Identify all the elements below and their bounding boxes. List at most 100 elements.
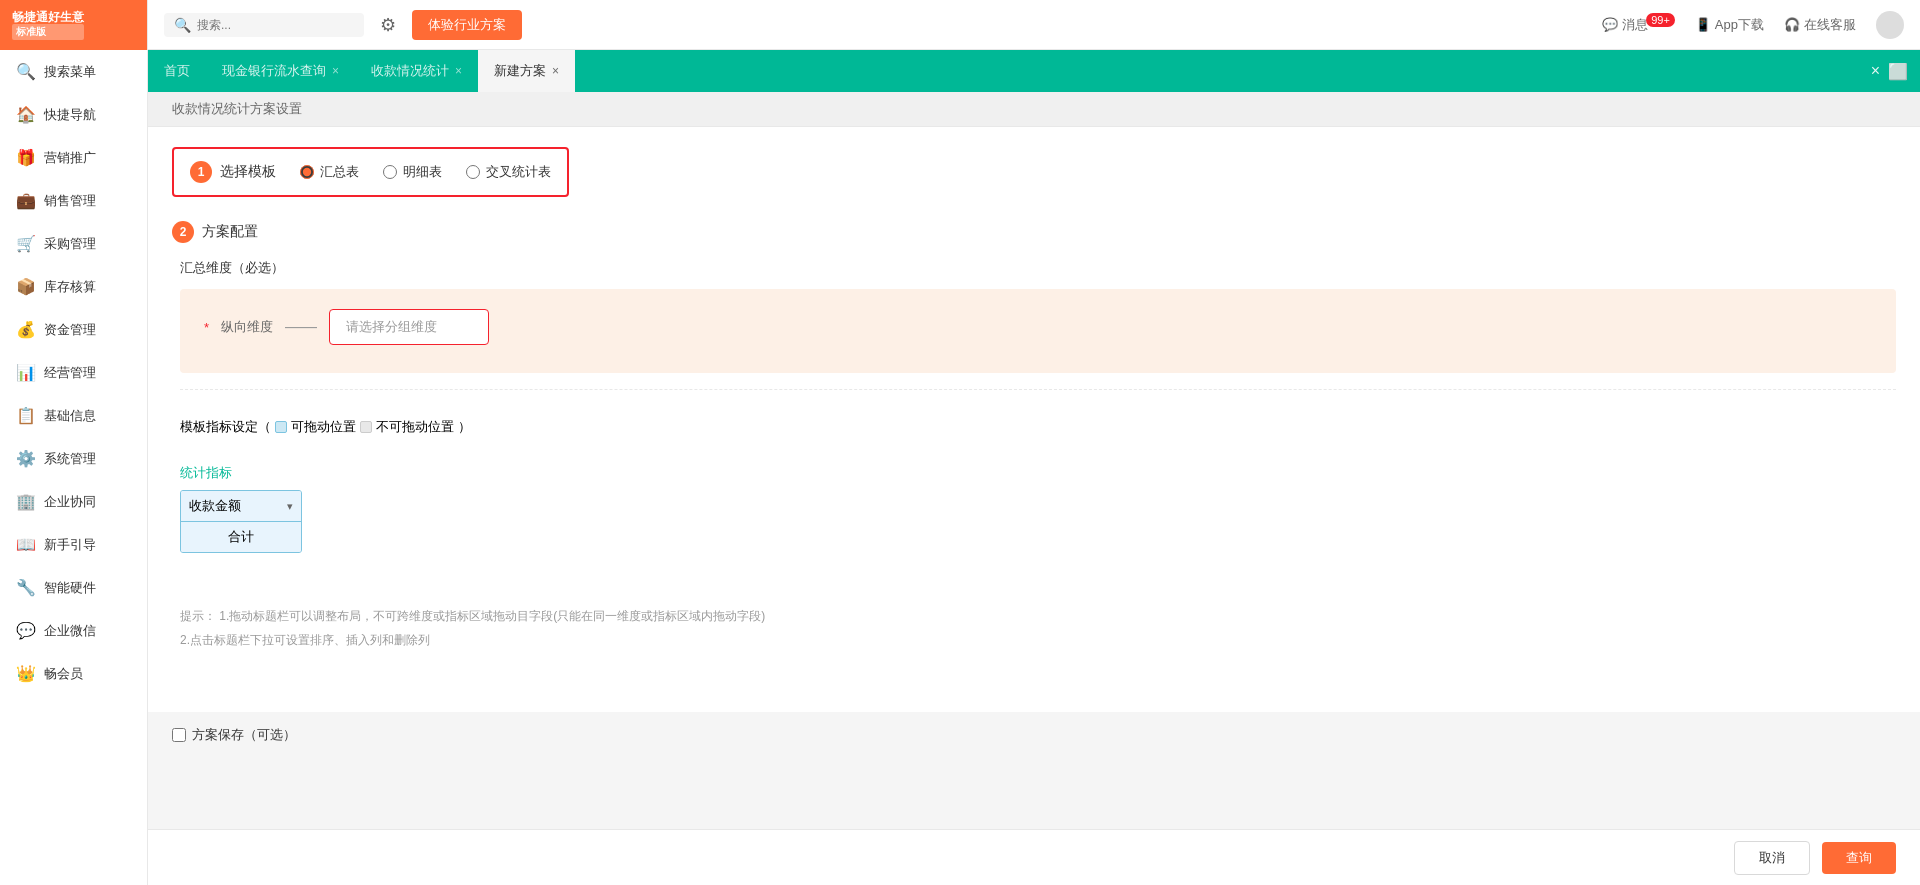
radio-cross-label: 交叉统计表 — [486, 163, 551, 181]
radio-cross[interactable]: 交叉统计表 — [466, 163, 551, 181]
radio-summary-input[interactable] — [300, 165, 314, 179]
industry-btn[interactable]: 体验行业方案 — [412, 10, 522, 40]
sidebar-item-label: 库存核算 — [44, 278, 96, 296]
sidebar-item-inventory[interactable]: 📦 库存核算 — [0, 265, 147, 308]
sidebar-item-operations[interactable]: 📊 经营管理 — [0, 351, 147, 394]
radio-cross-input[interactable] — [466, 165, 480, 179]
page-title: 收款情况统计方案设置 — [172, 101, 302, 116]
stats-label: 统计指标 — [180, 464, 1896, 482]
header-right: 💬 消息 99+ 📱 App下载 🎧 在线客服 — [1602, 11, 1904, 39]
sidebar-item-label: 智能硬件 — [44, 579, 96, 597]
stats-area: 统计指标 收款金额 ▾ 合计 — [180, 448, 1896, 572]
minimize-icon[interactable]: × — [1871, 62, 1880, 80]
content-area: 1 选择模板 汇总表 明细表 交叉统计表 — [148, 127, 1920, 712]
sidebar-item-enterprise[interactable]: 🏢 企业协同 — [0, 480, 147, 523]
vertical-dim-row: * 纵向维度 —— 请选择分组维度 — [204, 309, 1872, 345]
crown-icon: 👑 — [16, 664, 36, 683]
app-logo: 畅捷通好生意 标准版 — [0, 0, 147, 50]
sidebar-item-wechat[interactable]: 💬 企业微信 — [0, 609, 147, 652]
close-bracket: ） — [458, 418, 471, 436]
sidebar-item-guide[interactable]: 📖 新手引导 — [0, 523, 147, 566]
message-btn[interactable]: 💬 消息 99+ — [1602, 16, 1675, 34]
close-tab-icon[interactable]: × — [455, 64, 462, 78]
not-draggable-dot — [360, 421, 372, 433]
tab-receipts[interactable]: 收款情况统计 × — [355, 50, 478, 92]
sidebar-item-label: 搜索菜单 — [44, 63, 96, 81]
sidebar-item-purchase[interactable]: 🛒 采购管理 — [0, 222, 147, 265]
sidebar-item-search[interactable]: 🔍 搜索菜单 — [0, 50, 147, 93]
header-search-box[interactable]: 🔍 — [164, 13, 364, 37]
section-divider — [180, 389, 1896, 390]
sidebar-item-label: 企业微信 — [44, 622, 96, 640]
save-checkbox[interactable] — [172, 728, 186, 742]
tool-icon: 🔧 — [16, 578, 36, 597]
radio-summary[interactable]: 汇总表 — [300, 163, 359, 181]
money-icon: 💰 — [16, 320, 36, 339]
metrics-section: 模板指标设定（ 可拖动位置 不可拖动位置 ） — [180, 402, 1896, 588]
sidebar-item-marketing[interactable]: 🎁 营销推广 — [0, 136, 147, 179]
radio-detail[interactable]: 明细表 — [383, 163, 442, 181]
main-area: 🔍 ⚙ 体验行业方案 💬 消息 99+ 📱 App下载 🎧 在线客服 首页 — [148, 0, 1920, 885]
chat-icon: 💬 — [16, 621, 36, 640]
tab-label: 现金银行流水查询 — [222, 62, 326, 80]
chart-icon: 📊 — [16, 363, 36, 382]
tip-line1: 提示： 1.拖动标题栏可以调整布局，不可跨维度或指标区域拖动目字段(只能在同一维… — [180, 604, 1896, 628]
sidebar-item-basicinfo[interactable]: 📋 基础信息 — [0, 394, 147, 437]
sales-icon: 💼 — [16, 191, 36, 210]
save-option-label: 方案保存（可选） — [192, 726, 296, 744]
page-title-bar: 收款情况统计方案设置 — [148, 92, 1920, 127]
sidebar-item-system[interactable]: ⚙️ 系统管理 — [0, 437, 147, 480]
hint-not-draggable: 不可拖动位置 — [360, 418, 454, 436]
stats-amount-tag[interactable]: 收款金额 ▾ — [181, 491, 301, 522]
tab-bar: 首页 现金银行流水查询 × 收款情况统计 × 新建方案 × × ⬜ — [148, 50, 1920, 92]
sidebar-item-label: 畅会员 — [44, 665, 83, 683]
query-button[interactable]: 查询 — [1822, 842, 1896, 874]
dim-select-input[interactable]: 请选择分组维度 — [329, 309, 489, 345]
sidebar-item-hardware[interactable]: 🔧 智能硬件 — [0, 566, 147, 609]
message-label: 消息 — [1622, 16, 1648, 34]
app-badge: 标准版 — [12, 24, 84, 40]
sidebar-item-label: 经营管理 — [44, 364, 96, 382]
stats-subtag-label: 合计 — [228, 529, 254, 544]
sidebar-item-label: 企业协同 — [44, 493, 96, 511]
gift-icon: 🎁 — [16, 148, 36, 167]
sidebar-item-label: 新手引导 — [44, 536, 96, 554]
step1-section: 1 选择模板 汇总表 明细表 交叉统计表 — [172, 147, 1896, 197]
tab-cashflow[interactable]: 现金银行流水查询 × — [206, 50, 355, 92]
sidebar-item-finance[interactable]: 💰 资金管理 — [0, 308, 147, 351]
sidebar-item-quicknav[interactable]: 🏠 快捷导航 — [0, 93, 147, 136]
sidebar-item-label: 销售管理 — [44, 192, 96, 210]
close-tab-icon[interactable]: × — [552, 64, 559, 78]
online-service-label: 在线客服 — [1804, 16, 1856, 34]
service-icon: 🎧 — [1784, 17, 1800, 32]
template-select-row: 1 选择模板 汇总表 明细表 交叉统计表 — [172, 147, 569, 197]
settings-icon[interactable]: ⚙ — [380, 14, 396, 36]
box-icon: 📦 — [16, 277, 36, 296]
avatar[interactable] — [1876, 11, 1904, 39]
maximize-icon[interactable]: ⬜ — [1888, 62, 1908, 81]
online-service-btn[interactable]: 🎧 在线客服 — [1784, 16, 1856, 34]
step1-label: 选择模板 — [220, 163, 276, 181]
radio-detail-input[interactable] — [383, 165, 397, 179]
save-option-row: 方案保存（可选） — [148, 712, 1920, 758]
tab-new-plan[interactable]: 新建方案 × — [478, 50, 575, 92]
sidebar-item-member[interactable]: 👑 畅会员 — [0, 652, 147, 695]
step1-header: 1 选择模板 汇总表 明细表 交叉统计表 — [172, 147, 1896, 197]
home-icon: 🏠 — [16, 105, 36, 124]
tab-label: 新建方案 — [494, 62, 546, 80]
sidebar-item-label: 营销推广 — [44, 149, 96, 167]
cancel-button[interactable]: 取消 — [1734, 841, 1810, 875]
sidebar-item-sales[interactable]: 💼 销售管理 — [0, 179, 147, 222]
hint-not-draggable-label: 不可拖动位置 — [376, 418, 454, 436]
tab-home[interactable]: 首页 — [148, 50, 206, 92]
step2-header: 2 方案配置 — [172, 221, 1896, 243]
close-tab-icon[interactable]: × — [332, 64, 339, 78]
app-download-label: App下载 — [1715, 16, 1764, 34]
arrow-icon: —— — [285, 318, 317, 336]
app-download-btn[interactable]: 📱 App下载 — [1695, 16, 1764, 34]
search-input[interactable] — [197, 18, 337, 32]
tab-label: 收款情况统计 — [371, 62, 449, 80]
draggable-dot — [275, 421, 287, 433]
step2-label: 方案配置 — [202, 223, 258, 241]
stats-tag-label: 收款金额 — [189, 497, 241, 515]
